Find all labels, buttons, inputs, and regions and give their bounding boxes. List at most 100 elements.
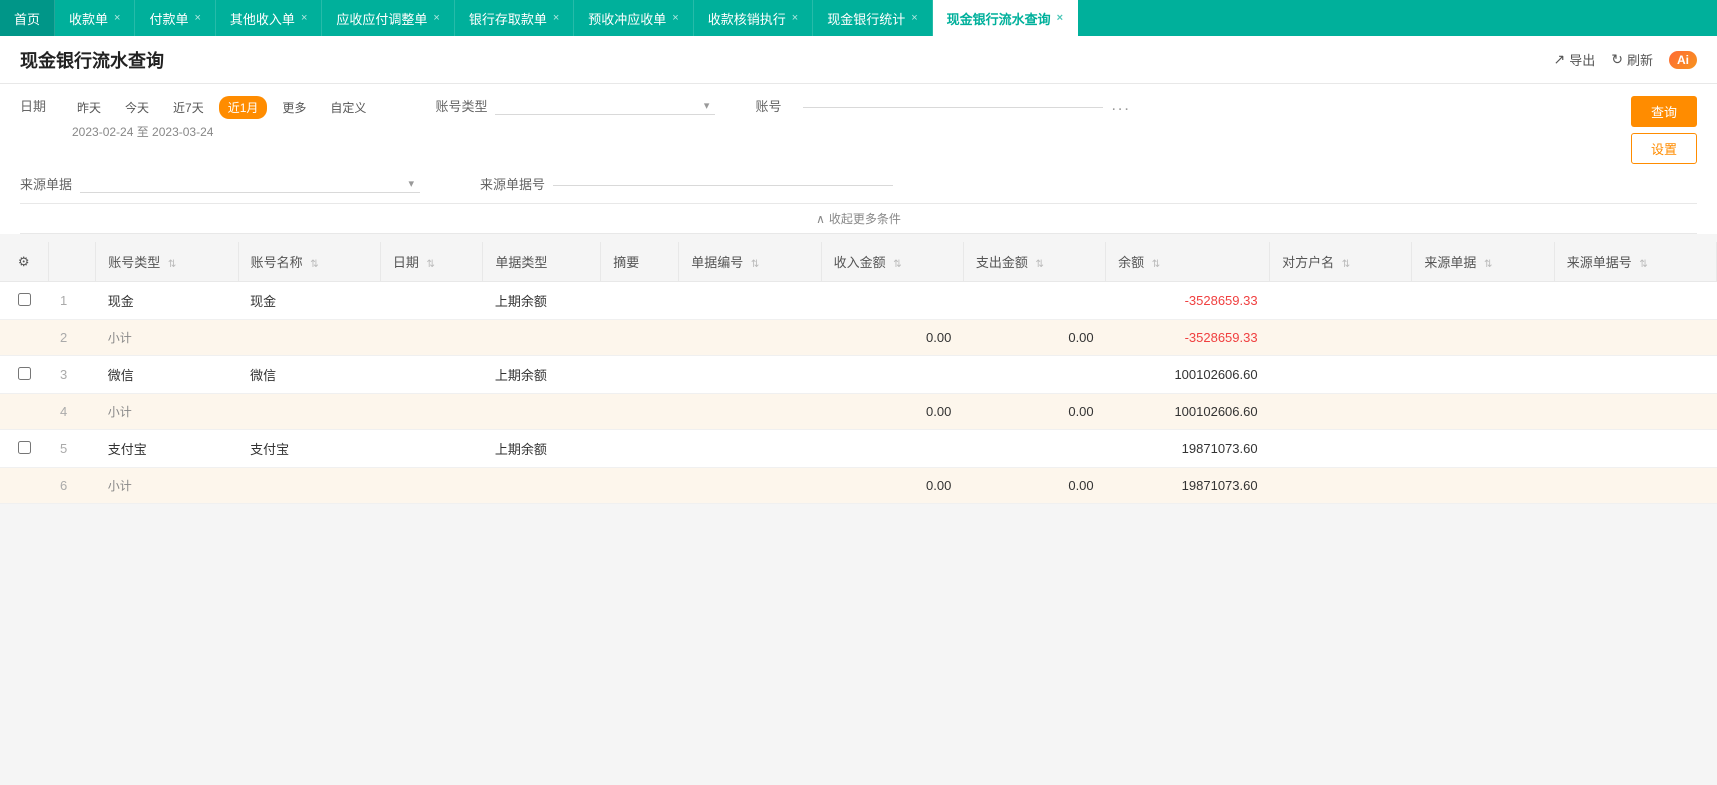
row-date [380, 356, 483, 394]
date-btn-1month[interactable]: 近1月 [219, 96, 268, 119]
nav-tab-liushui-close[interactable]: × [1057, 12, 1063, 24]
date-filter-label: 日期 [20, 96, 60, 115]
col-date[interactable]: 日期 ⇅ [380, 242, 483, 282]
row-index: 6 [48, 468, 96, 504]
date-btn-custom[interactable]: 自定义 [321, 96, 375, 119]
collapse-bar[interactable]: ∧ 收起更多条件 [20, 203, 1697, 234]
row-index: 5 [48, 430, 96, 468]
nav-tab-qita-close[interactable]: × [301, 12, 307, 24]
row-source-doc-no [1554, 282, 1716, 320]
account-type-select[interactable]: ▾ [495, 97, 715, 115]
nav-tab-qita-label: 其他收入单 [230, 9, 295, 28]
date-btn-yesterday[interactable]: 昨天 [68, 96, 110, 119]
col-doc-no[interactable]: 单据编号 ⇅ [679, 242, 821, 282]
export-button[interactable]: ↗ 导出 [1554, 50, 1596, 69]
nav-tab-tongji-close[interactable]: × [911, 12, 917, 24]
row-checkbox[interactable] [0, 468, 48, 504]
source-doc-no-input[interactable] [553, 181, 893, 186]
col-index [48, 242, 96, 282]
date-btn-today[interactable]: 今天 [116, 96, 158, 119]
refresh-button[interactable]: ↻ 刷新 [1611, 50, 1653, 69]
row-doc-no [679, 430, 821, 468]
nav-tab-yushou[interactable]: 预收冲应收单 × [574, 0, 693, 36]
row-balance: -3528659.33 [1106, 320, 1270, 356]
row-checkbox[interactable] [0, 282, 48, 320]
nav-tab-bank[interactable]: 银行存取款单 × [455, 0, 574, 36]
row-account-name: 现金 [238, 282, 380, 320]
col-counterpart[interactable]: 对方户名 ⇅ [1270, 242, 1412, 282]
row-account-name [238, 468, 380, 504]
nav-tab-shoukuan-close[interactable]: × [114, 12, 120, 24]
col-account-type[interactable]: 账号类型 ⇅ [96, 242, 238, 282]
row-account-type: 微信 [96, 356, 238, 394]
col-expense[interactable]: 支出金额 ⇅ [963, 242, 1105, 282]
row-income: 0.00 [821, 320, 963, 356]
settings-button[interactable]: 设置 [1631, 133, 1697, 164]
nav-tab-tongji[interactable]: 现金银行统计 × [813, 0, 932, 36]
nav-tab-qita[interactable]: 其他收入单 × [216, 0, 322, 36]
row-account-name: 微信 [238, 356, 380, 394]
nav-tab-yingshou-label: 应收应付调整单 [336, 9, 427, 28]
date-filter-block: 日期 昨天 今天 近7天 近1月 更多 自定义 2023-02-24 至 202… [20, 96, 375, 140]
row-balance: 19871073.60 [1106, 468, 1270, 504]
row-checkbox[interactable] [0, 356, 48, 394]
date-options: 昨天 今天 近7天 近1月 更多 自定义 2023-02-24 至 2023-0… [68, 96, 375, 140]
table-row: 2 小计 0.00 0.00 -3528659.33 [0, 320, 1717, 356]
nav-tab-hexiao-close[interactable]: × [792, 12, 798, 24]
row-summary [601, 320, 679, 356]
row-summary [601, 356, 679, 394]
col-source-doc-no[interactable]: 来源单据号 ⇅ [1554, 242, 1716, 282]
row-doc-type: 上期余额 [483, 430, 601, 468]
nav-tab-bank-close[interactable]: × [553, 12, 559, 24]
row-source-doc [1412, 356, 1554, 394]
source-doc-label: 来源单据 [20, 174, 72, 193]
row-counterpart [1270, 320, 1412, 356]
row-source-doc [1412, 430, 1554, 468]
row-source-doc [1412, 468, 1554, 504]
table-row: 6 小计 0.00 0.00 19871073.60 [0, 468, 1717, 504]
row-income [821, 282, 963, 320]
row-source-doc-no [1554, 394, 1716, 430]
header-actions: ↗ 导出 ↻ 刷新 Ai [1554, 50, 1698, 69]
row-expense [963, 282, 1105, 320]
col-source-doc[interactable]: 来源单据 ⇅ [1412, 242, 1554, 282]
row-source-doc [1412, 320, 1554, 356]
row-checkbox[interactable] [0, 394, 48, 430]
action-buttons: 查询 设置 [1631, 96, 1697, 164]
table-header-row: ⚙ 账号类型 ⇅ 账号名称 ⇅ 日期 ⇅ 单据类型 摘要 单据编号 ⇅ 收入金额… [0, 242, 1717, 282]
row-checkbox[interactable] [0, 430, 48, 468]
row-source-doc-no [1554, 356, 1716, 394]
table-row: 3 微信 微信 上期余额 100102606.60 [0, 356, 1717, 394]
date-buttons: 昨天 今天 近7天 近1月 更多 自定义 [68, 96, 375, 119]
nav-tab-yingshou-close[interactable]: × [433, 12, 439, 24]
query-button[interactable]: 查询 [1631, 96, 1697, 127]
nav-tab-fukuan[interactable]: 付款单 × [135, 0, 215, 36]
row-doc-type [483, 394, 601, 430]
ai-button[interactable]: Ai [1669, 51, 1697, 69]
nav-tab-liushui[interactable]: 现金银行流水查询 × [933, 0, 1078, 36]
nav-home[interactable]: 首页 [0, 0, 55, 36]
row-date [380, 282, 483, 320]
nav-tab-shoukuan[interactable]: 收款单 × [55, 0, 135, 36]
col-balance[interactable]: 余额 ⇅ [1106, 242, 1270, 282]
col-account-name[interactable]: 账号名称 ⇅ [238, 242, 380, 282]
row-source-doc-no [1554, 430, 1716, 468]
col-income[interactable]: 收入金额 ⇅ [821, 242, 963, 282]
row-checkbox[interactable] [0, 320, 48, 356]
nav-tab-yingshou[interactable]: 应收应付调整单 × [322, 0, 454, 36]
data-table: ⚙ 账号类型 ⇅ 账号名称 ⇅ 日期 ⇅ 单据类型 摘要 单据编号 ⇅ 收入金额… [0, 242, 1717, 504]
row-income: 0.00 [821, 468, 963, 504]
source-doc-select[interactable]: ▾ [80, 175, 420, 193]
date-btn-7days[interactable]: 近7天 [164, 96, 213, 119]
row-doc-type [483, 320, 601, 356]
row-account-type: 支付宝 [96, 430, 238, 468]
col-gear[interactable]: ⚙ [0, 242, 48, 282]
date-btn-more[interactable]: 更多 [273, 96, 315, 119]
collapse-label: 收起更多条件 [829, 210, 901, 227]
account-input[interactable] [803, 103, 1103, 108]
nav-tab-yushou-close[interactable]: × [672, 12, 678, 24]
account-more-dots[interactable]: ... [1111, 97, 1130, 115]
table-row: 4 小计 0.00 0.00 100102606.60 [0, 394, 1717, 430]
nav-tab-fukuan-close[interactable]: × [194, 12, 200, 24]
nav-tab-hexiao[interactable]: 收款核销执行 × [694, 0, 813, 36]
